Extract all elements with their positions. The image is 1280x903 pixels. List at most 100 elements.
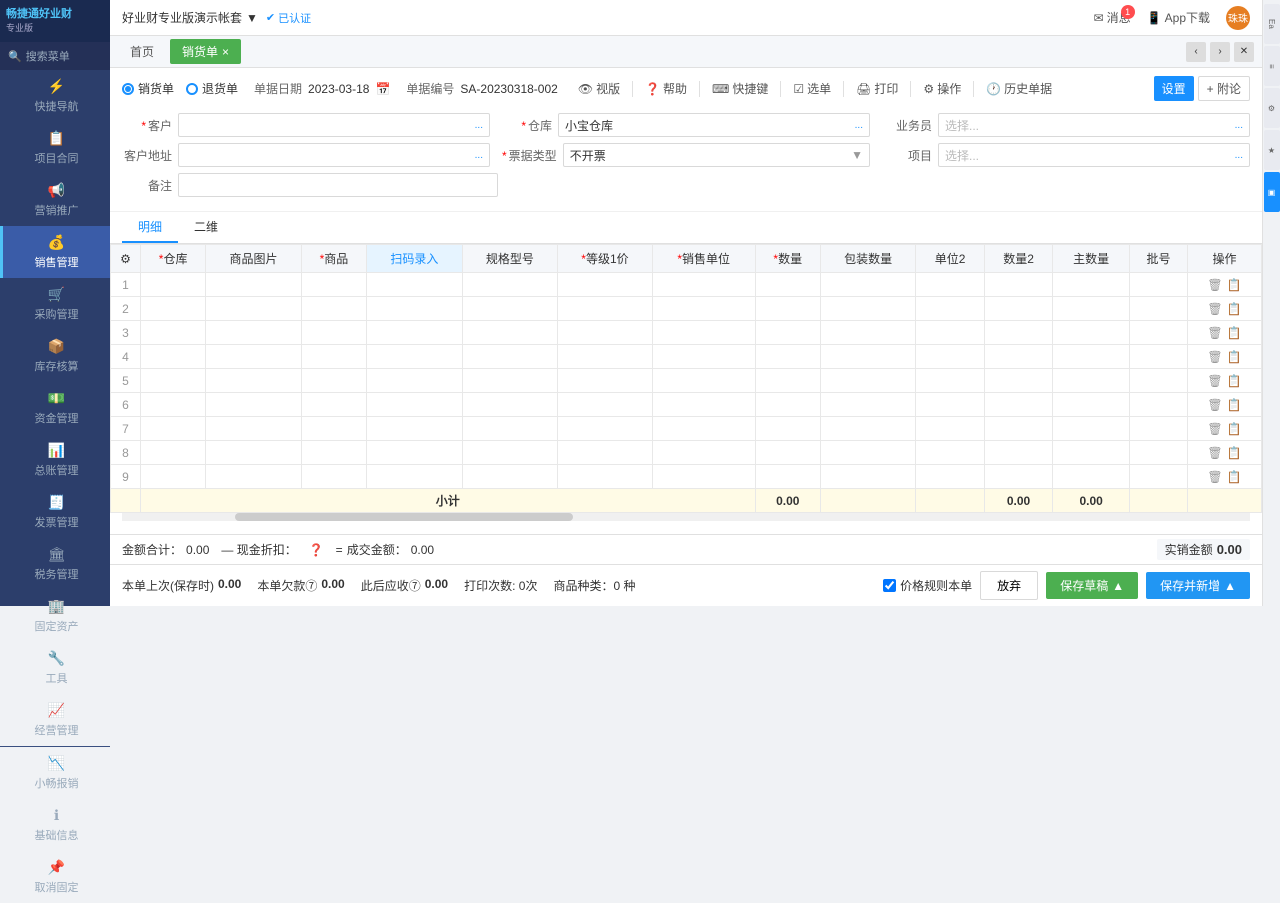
date-value[interactable]: 2023-03-18 — [308, 82, 369, 96]
sidebar-item-project[interactable]: 📋 项目合同 — [0, 122, 110, 174]
radio-sale[interactable]: 销货单 — [122, 80, 174, 97]
toolbar-shortcut-button[interactable]: ⌨快捷键 — [708, 78, 772, 99]
row-qty2[interactable] — [984, 273, 1052, 297]
row-scan[interactable] — [367, 417, 463, 441]
app-download-button[interactable]: 📱 App下载 — [1147, 9, 1210, 26]
sidebar-item-ledger[interactable]: 📊 总账管理 — [0, 434, 110, 486]
row-unit[interactable] — [652, 273, 755, 297]
row-qty2[interactable] — [984, 345, 1052, 369]
row-unit2[interactable] — [916, 345, 984, 369]
row-qty2[interactable] — [984, 321, 1052, 345]
row-unit[interactable] — [652, 441, 755, 465]
row-unit2[interactable] — [916, 441, 984, 465]
tab-close-icon[interactable]: × — [222, 45, 229, 59]
copy-row-icon[interactable]: 📋 — [1227, 446, 1242, 460]
row-qty[interactable] — [755, 393, 820, 417]
row-product[interactable] — [301, 441, 366, 465]
company-selector[interactable]: 好业财专业版演示帐套 ▼ — [122, 9, 258, 26]
sidebar-item-tools[interactable]: 🔧 工具 — [0, 642, 110, 694]
sidebar-item-nav[interactable]: ⚡ 快捷导航 — [0, 70, 110, 122]
row-main-qty[interactable] — [1053, 321, 1130, 345]
sidebar-item-sales[interactable]: 💰 销售管理 — [0, 226, 110, 278]
tab-close-button[interactable]: ✕ — [1234, 42, 1254, 62]
row-pack[interactable] — [820, 369, 916, 393]
right-panel-btn3[interactable]: ⚙ — [1264, 88, 1280, 128]
row-unit[interactable] — [652, 369, 755, 393]
row-pack[interactable] — [820, 345, 916, 369]
row-qty2[interactable] — [984, 465, 1052, 489]
row-qty2[interactable] — [984, 441, 1052, 465]
toolbar-operate-button[interactable]: ⚙操作 — [919, 78, 965, 99]
toolbar-view-button[interactable]: 👁视版 — [574, 78, 624, 99]
row-product[interactable] — [301, 465, 366, 489]
delete-row-icon[interactable]: 🗑 — [1207, 422, 1222, 436]
row-pack[interactable] — [820, 297, 916, 321]
row-scan[interactable] — [367, 345, 463, 369]
row-qty2[interactable] — [984, 369, 1052, 393]
row-spec[interactable] — [462, 345, 558, 369]
toolbar-select-button[interactable]: ☑选单 — [789, 78, 835, 99]
copy-row-icon[interactable]: 📋 — [1227, 326, 1242, 340]
row-warehouse[interactable] — [141, 393, 206, 417]
row-batch[interactable] — [1130, 465, 1188, 489]
settings-button[interactable]: 设置 — [1154, 76, 1194, 101]
price-rule-checkbox[interactable]: 价格规则本单 — [883, 577, 972, 594]
row-unit[interactable] — [652, 393, 755, 417]
row-product[interactable] — [301, 297, 366, 321]
row-product[interactable] — [301, 417, 366, 441]
invoice-select[interactable]: 不开票 ▼ — [563, 143, 870, 167]
row-spec[interactable] — [462, 465, 558, 489]
row-scan[interactable] — [367, 369, 463, 393]
row-product[interactable] — [301, 273, 366, 297]
row-product[interactable] — [301, 369, 366, 393]
copy-row-icon[interactable]: 📋 — [1227, 470, 1242, 484]
row-product[interactable] — [301, 345, 366, 369]
delete-row-icon[interactable]: 🗑 — [1207, 326, 1222, 340]
row-batch[interactable] — [1130, 321, 1188, 345]
row-scan[interactable] — [367, 441, 463, 465]
sidebar-item-tax[interactable]: 🏛 税务管理 — [0, 538, 110, 590]
row-qty[interactable] — [755, 345, 820, 369]
project-input[interactable]: 选择... ... — [938, 143, 1250, 167]
row-price[interactable] — [558, 441, 653, 465]
row-unit2[interactable] — [916, 465, 984, 489]
price-rule-check-input[interactable] — [883, 579, 896, 592]
row-price[interactable] — [558, 273, 653, 297]
warehouse-input[interactable]: 小宝仓库 ... — [558, 113, 870, 137]
copy-row-icon[interactable]: 📋 — [1227, 374, 1242, 388]
row-warehouse[interactable] — [141, 465, 206, 489]
row-qty[interactable] — [755, 369, 820, 393]
row-qty2[interactable] — [984, 393, 1052, 417]
row-qty[interactable] — [755, 297, 820, 321]
delete-row-icon[interactable]: 🗑 — [1207, 374, 1222, 388]
salesperson-input[interactable]: 选择... ... — [938, 113, 1250, 137]
toolbar-print-button[interactable]: 🖨打印 — [852, 78, 902, 99]
tab-sale-order[interactable]: 销货单 × — [170, 39, 241, 64]
tab-next-button[interactable]: › — [1210, 42, 1230, 62]
tab-home[interactable]: 首页 — [118, 39, 166, 64]
row-pack[interactable] — [820, 417, 916, 441]
row-unit2[interactable] — [916, 369, 984, 393]
row-pack[interactable] — [820, 465, 916, 489]
row-price[interactable] — [558, 345, 653, 369]
calendar-icon[interactable]: 📅 — [375, 82, 390, 96]
row-scan[interactable] — [367, 297, 463, 321]
right-panel-btn1[interactable]: Ea — [1264, 4, 1280, 44]
row-price[interactable] — [558, 321, 653, 345]
row-spec[interactable] — [462, 441, 558, 465]
delete-row-icon[interactable]: 🗑 — [1207, 278, 1222, 292]
row-spec[interactable] — [462, 297, 558, 321]
attach-button[interactable]: + 附论 — [1198, 76, 1250, 101]
save-new-button[interactable]: 保存并新增 ▲ — [1146, 572, 1250, 599]
row-warehouse[interactable] — [141, 321, 206, 345]
sidebar-item-management[interactable]: 📈 经营管理 — [0, 694, 110, 746]
row-scan[interactable] — [367, 465, 463, 489]
row-batch[interactable] — [1130, 369, 1188, 393]
row-unit[interactable] — [652, 465, 755, 489]
row-scan[interactable] — [367, 321, 463, 345]
row-spec[interactable] — [462, 369, 558, 393]
row-unit2[interactable] — [916, 321, 984, 345]
row-unit2[interactable] — [916, 273, 984, 297]
row-price[interactable] — [558, 465, 653, 489]
row-batch[interactable] — [1130, 417, 1188, 441]
